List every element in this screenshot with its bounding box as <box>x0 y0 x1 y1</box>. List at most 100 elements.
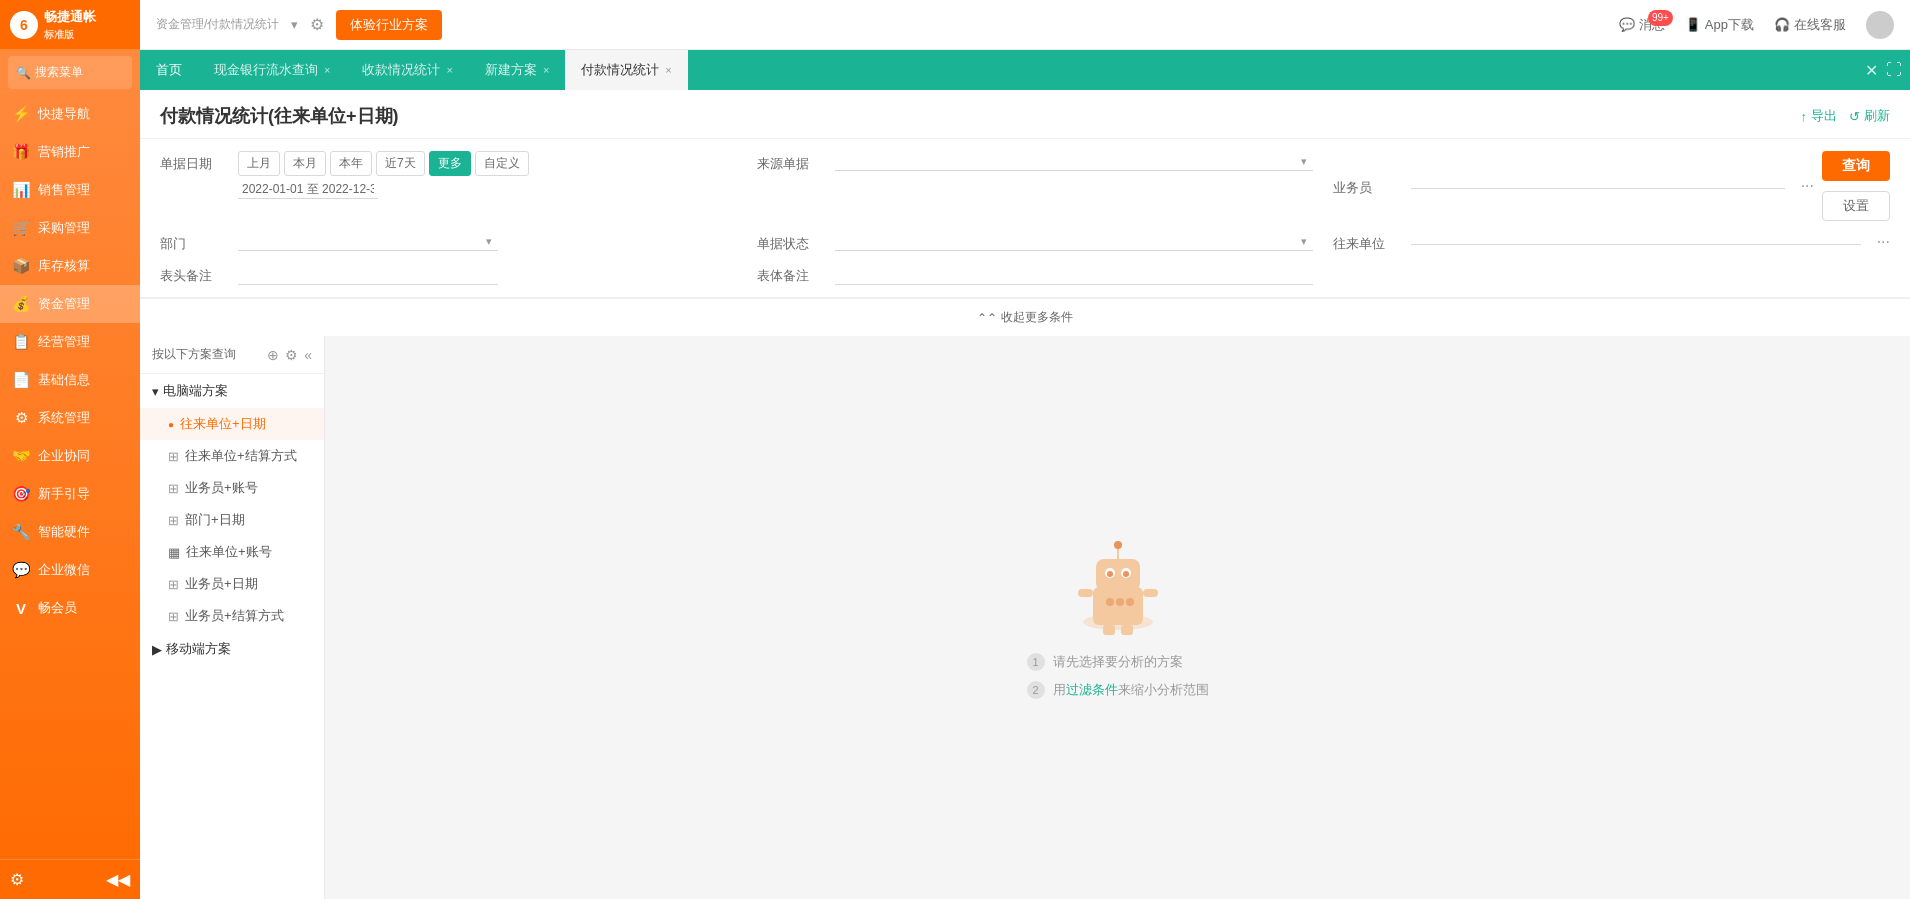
source-select-arrow: ▾ <box>1301 155 1307 168</box>
sidebar-logo: 6 畅捷通帐 标准版 <box>0 0 140 50</box>
body-note-input[interactable] <box>835 263 1314 285</box>
sidebar-item-inventory[interactable]: 📦 库存核算 <box>0 247 140 285</box>
last-month-btn[interactable]: 上月 <box>238 151 280 176</box>
sidebar-item-marketing[interactable]: 🎁 营销推广 <box>0 133 140 171</box>
scheme-item-sales-account[interactable]: ⊞ 业务员+账号 <box>140 472 324 504</box>
trial-button[interactable]: 体验行业方案 <box>336 10 442 40</box>
topbar: 资金管理/付款情况统计 ▾ ⚙ 体验行业方案 💬 消息 99+ 📱 App下载 … <box>140 0 1910 50</box>
custom-date-btn[interactable]: 自定义 <box>475 151 529 176</box>
sidebar-item-basic[interactable]: 📄 基础信息 <box>0 361 140 399</box>
scheme-item-partner-account[interactable]: ▦ 往来单位+账号 <box>140 536 324 568</box>
source-label: 来源单据 <box>757 151 827 173</box>
collapse-scheme-icon[interactable]: « <box>304 347 312 363</box>
sidebar-item-system[interactable]: ⚙ 系统管理 <box>0 399 140 437</box>
more-date-btn[interactable]: 更多 <box>429 151 471 176</box>
filter-link[interactable]: 过滤条件 <box>1066 682 1118 697</box>
empty-state: 1 请先选择要分析的方案 2 用过滤条件来缩小分析范围 <box>325 336 1910 899</box>
partner-dots[interactable]: ··· <box>1877 233 1890 251</box>
customer-service-button[interactable]: 🎧 在线客服 <box>1774 16 1846 34</box>
wechat-icon: 💬 <box>12 561 30 579</box>
dept-select[interactable]: ▾ <box>238 233 498 251</box>
scheme-item-sales-date[interactable]: ⊞ 业务员+日期 <box>140 568 324 600</box>
sidebar-item-quick-nav[interactable]: ⚡ 快捷导航 <box>0 95 140 133</box>
collapse-filter-bar[interactable]: ⌃⌃ 收起更多条件 <box>140 298 1910 336</box>
topbar-settings-icon[interactable]: ⚙ <box>310 15 324 34</box>
tab-new-scheme[interactable]: 新建方案 × <box>469 50 565 90</box>
header-note-input[interactable] <box>238 263 498 285</box>
body-note-label: 表体备注 <box>757 263 827 285</box>
last-7days-btn[interactable]: 近7天 <box>376 151 425 176</box>
search-icon: 🔍 <box>16 66 31 80</box>
scheme-settings-icon[interactable]: ⚙ <box>285 347 298 363</box>
sidebar-nav: ⚡ 快捷导航 🎁 营销推广 📊 销售管理 🛒 采购管理 📦 库存核算 💰 资金管… <box>0 95 140 859</box>
svg-rect-14 <box>1103 625 1115 635</box>
query-button[interactable]: 查询 <box>1822 151 1890 181</box>
tab-close-bank-flow[interactable]: × <box>324 64 330 76</box>
tab-home[interactable]: 首页 <box>140 50 198 90</box>
messages-button[interactable]: 💬 消息 99+ <box>1619 16 1665 34</box>
message-badge: 99+ <box>1648 10 1673 26</box>
scheme-group-desktop[interactable]: ▾ 电脑端方案 <box>140 374 324 408</box>
sidebar: 6 畅捷通帐 标准版 🔍 搜索菜单 ⚡ 快捷导航 🎁 营销推广 📊 销售管理 🛒… <box>0 0 140 899</box>
source-select[interactable]: ▾ <box>835 153 1314 171</box>
this-year-btn[interactable]: 本年 <box>330 151 372 176</box>
scheme-sidebar: 按以下方案查询 ⊕ ⚙ « ▾ 电脑端方案 ● 往来单位+日期 <box>140 336 325 899</box>
app-download-button[interactable]: 📱 App下载 <box>1685 16 1754 34</box>
sidebar-item-purchase[interactable]: 🛒 采购管理 <box>0 209 140 247</box>
add-scheme-icon[interactable]: ⊕ <box>267 347 279 363</box>
svg-point-12 <box>1116 598 1124 606</box>
scheme-header-label: 按以下方案查询 <box>152 346 236 363</box>
collapse-sidebar-icon[interactable]: ◀◀ <box>106 870 130 889</box>
sidebar-item-sales[interactable]: 📊 销售管理 <box>0 171 140 209</box>
sidebar-item-guide[interactable]: 🎯 新手引导 <box>0 475 140 513</box>
sidebar-item-wechat[interactable]: 💬 企业微信 <box>0 551 140 589</box>
fullscreen-icon[interactable]: ⛶ <box>1886 61 1902 79</box>
sidebar-item-hardware[interactable]: 🔧 智能硬件 <box>0 513 140 551</box>
settings-bottom-icon[interactable]: ⚙ <box>10 870 24 889</box>
svg-point-5 <box>1107 571 1113 577</box>
quick-nav-icon: ⚡ <box>12 105 30 123</box>
scheme-item-sales-payment[interactable]: ⊞ 业务员+结算方式 <box>140 600 324 632</box>
this-month-btn[interactable]: 本月 <box>284 151 326 176</box>
sidebar-item-member[interactable]: V 畅会员 <box>0 589 140 627</box>
date-range-input[interactable] <box>238 180 378 199</box>
scheme-item-dept-date[interactable]: ⊞ 部门+日期 <box>140 504 324 536</box>
search-menu[interactable]: 🔍 搜索菜单 <box>8 56 132 89</box>
scheme-item-partner-payment[interactable]: ⊞ 往来单位+结算方式 <box>140 440 324 472</box>
tab-payment-out-stats[interactable]: 付款情况统计 × <box>565 50 687 90</box>
scheme-item-partner-date[interactable]: ● 往来单位+日期 <box>140 408 324 440</box>
topbar-right: 💬 消息 99+ 📱 App下载 🎧 在线客服 <box>1619 11 1894 39</box>
dropdown-arrow-icon[interactable]: ▾ <box>291 17 298 32</box>
close-all-tabs-icon[interactable]: ✕ <box>1865 61 1878 80</box>
svg-rect-2 <box>1096 559 1140 591</box>
svg-rect-1 <box>1093 587 1143 625</box>
status-select[interactable]: ▾ <box>835 233 1314 251</box>
status-label: 单据状态 <box>757 231 827 253</box>
tab-close-new-scheme[interactable]: × <box>543 64 549 76</box>
partner-label: 往来单位 <box>1333 231 1403 253</box>
avatar[interactable] <box>1866 11 1894 39</box>
tabbar: 首页 现金银行流水查询 × 收款情况统计 × 新建方案 × 付款情况统计 × ✕… <box>140 50 1910 90</box>
purchase-icon: 🛒 <box>12 219 30 237</box>
svg-point-11 <box>1106 598 1114 606</box>
tabbar-right: ✕ ⛶ <box>1865 61 1910 80</box>
dept-label: 部门 <box>160 231 230 253</box>
breadcrumb: 资金管理/付款情况统计 <box>156 16 279 33</box>
scheme-group-arrow-right: ▶ <box>152 642 162 657</box>
salesperson-select[interactable] <box>1411 184 1784 189</box>
sidebar-item-enterprise[interactable]: 🤝 企业协同 <box>0 437 140 475</box>
tab-payment-stats[interactable]: 收款情况统计 × <box>346 50 468 90</box>
salesperson-dots[interactable]: ··· <box>1801 177 1814 195</box>
settings-button[interactable]: 设置 <box>1822 191 1890 221</box>
export-button[interactable]: ↑ 导出 <box>1801 107 1838 125</box>
tab-close-payment-out-stats[interactable]: × <box>665 64 671 76</box>
sidebar-item-operation[interactable]: 📋 经营管理 <box>0 323 140 361</box>
basic-icon: 📄 <box>12 371 30 389</box>
scheme-group-mobile[interactable]: ▶ 移动端方案 <box>140 632 324 666</box>
sidebar-item-capital[interactable]: 💰 资金管理 <box>0 285 140 323</box>
svg-point-13 <box>1126 598 1134 606</box>
tab-close-payment-stats[interactable]: × <box>446 64 452 76</box>
refresh-button[interactable]: ↺ 刷新 <box>1849 107 1890 125</box>
tab-bank-flow[interactable]: 现金银行流水查询 × <box>198 50 346 90</box>
partner-select[interactable] <box>1411 240 1860 245</box>
